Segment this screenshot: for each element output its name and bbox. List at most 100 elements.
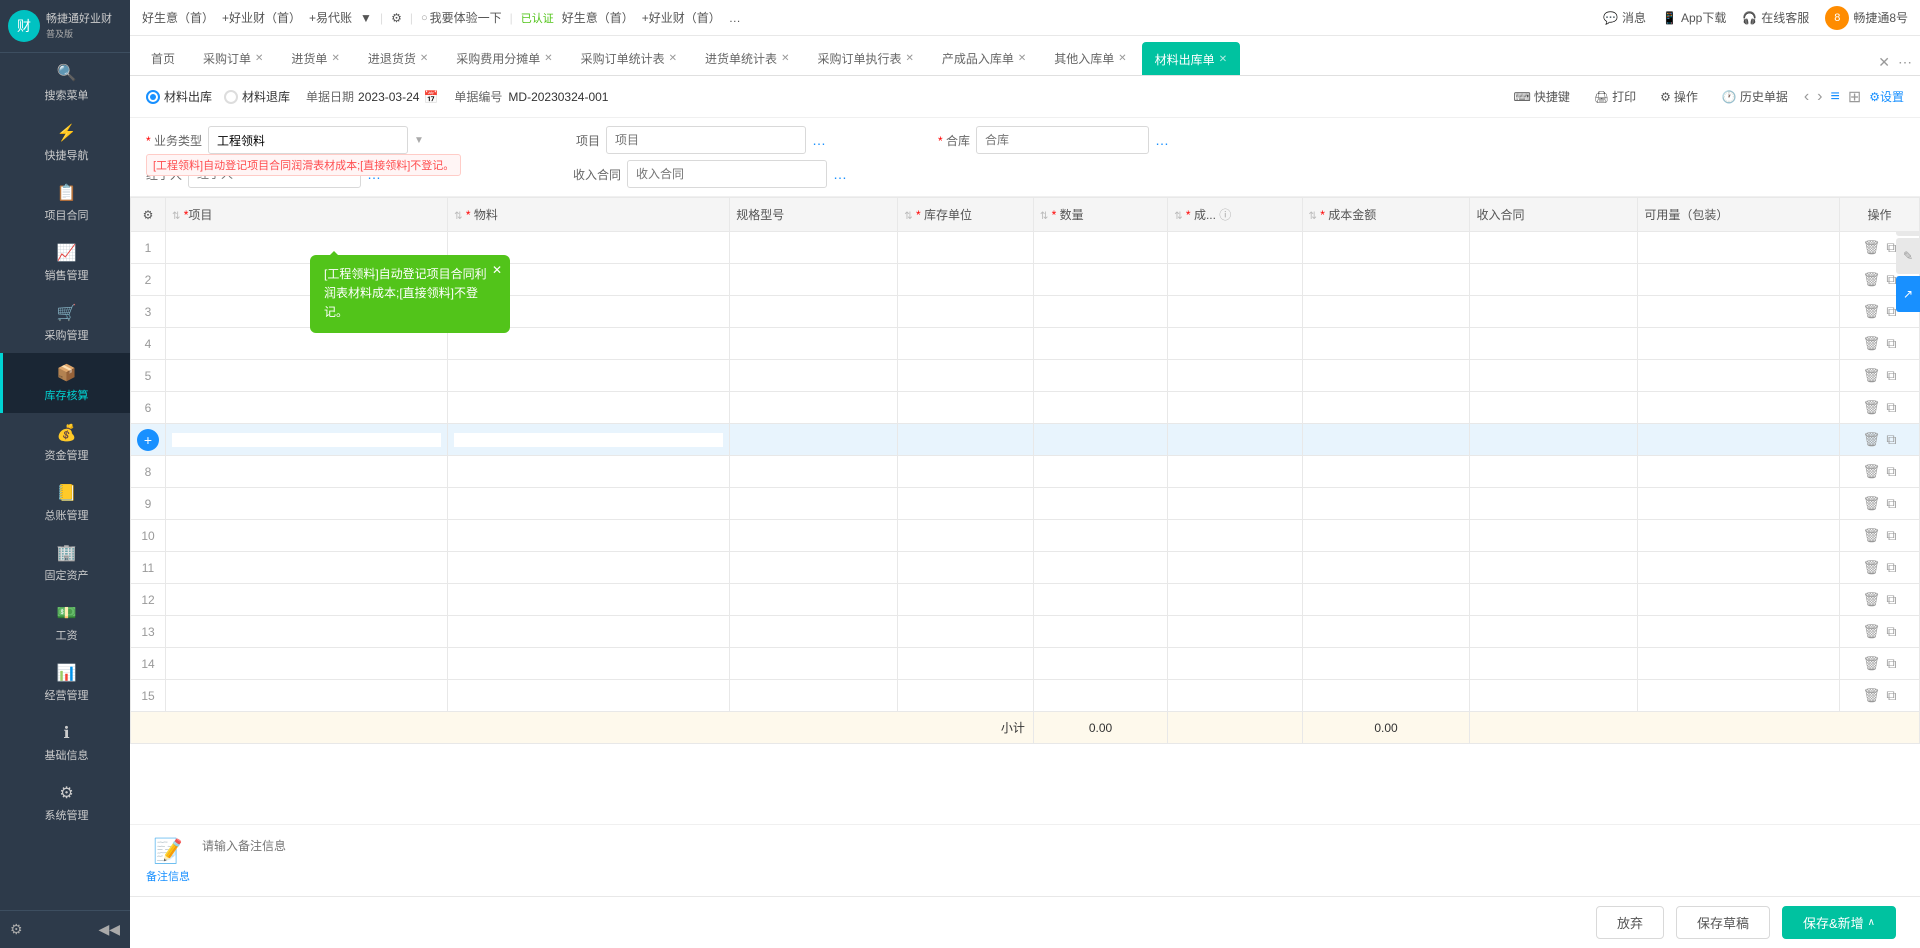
history-btn[interactable]: 🕐 历史单据 — [1714, 84, 1796, 109]
business-type-input[interactable] — [208, 126, 408, 154]
row-cost-amount[interactable] — [1302, 232, 1470, 264]
copy-icon[interactable]: ⧉ — [1886, 591, 1896, 608]
income-contract-input[interactable] — [627, 160, 827, 188]
sort-material[interactable]: ⇅ — [454, 211, 462, 222]
col-settings[interactable]: ⚙ — [131, 198, 166, 232]
tab-receipt-stat[interactable]: 进货单统计表 ✕ — [692, 41, 802, 75]
more-tabs-icon[interactable]: ⋯ — [1898, 54, 1912, 71]
delete-icon[interactable]: 🗑 — [1863, 495, 1881, 512]
experience-btn[interactable]: ○ 我要体验一下 — [421, 9, 502, 26]
app-download-btn[interactable]: 📱 App下载 — [1662, 9, 1726, 26]
row-contract[interactable] — [1470, 232, 1638, 264]
copy-icon[interactable]: ⧉ — [1886, 271, 1896, 288]
tab-home[interactable]: 首页 — [138, 41, 188, 75]
sidebar-item-nav[interactable]: ⚡ 快捷导航 — [0, 113, 130, 173]
tab-close-return[interactable]: ✕ — [420, 53, 428, 64]
doc-no-value[interactable]: MD-20230324-001 — [508, 90, 608, 104]
row-available[interactable] — [1638, 232, 1840, 264]
collapse-icon[interactable]: ◀◀ — [98, 921, 120, 938]
copy-icon[interactable]: ⧉ — [1886, 559, 1896, 576]
calendar-icon[interactable]: 📅 — [423, 90, 438, 104]
delete-icon[interactable]: 🗑 — [1863, 527, 1881, 544]
tab-close-expense[interactable]: ✕ — [544, 53, 552, 64]
warehouse-dots[interactable]: … — [1155, 132, 1169, 148]
tab-close-material-out[interactable]: ✕ — [1219, 54, 1227, 65]
delete-icon[interactable]: 🗑 — [1863, 303, 1881, 320]
delete-icon[interactable]: 🗑 — [1863, 655, 1881, 672]
copy-icon[interactable]: ⧉ — [1886, 239, 1896, 256]
tab-purchase-order[interactable]: 采购订单 ✕ — [190, 41, 276, 75]
row-unit[interactable] — [898, 232, 1034, 264]
shortcut-btn[interactable]: ⌨ 快捷键 — [1505, 84, 1577, 109]
tooltip-close[interactable]: ✕ — [492, 261, 502, 280]
sort-project[interactable]: ⇅ — [172, 211, 180, 222]
row-qty[interactable] — [1033, 232, 1167, 264]
delete-icon[interactable]: 🗑 — [1863, 431, 1881, 448]
header-nav-yecai[interactable]: +好业财（首） — [222, 9, 301, 26]
copy-icon[interactable]: ⧉ — [1886, 399, 1896, 416]
delete-icon[interactable]: 🗑 — [1863, 591, 1881, 608]
header-nav-shengyi2[interactable]: 好生意（首） — [562, 9, 634, 26]
sort-qty[interactable]: ⇅ — [1040, 211, 1048, 222]
tab-order-stat[interactable]: 采购订单统计表 ✕ — [568, 41, 690, 75]
delete-icon[interactable]: 🗑 — [1863, 559, 1881, 576]
print-btn[interactable]: 🖨 打印 — [1586, 84, 1644, 109]
tab-close-purchase-order[interactable]: ✕ — [255, 53, 263, 64]
tab-close-other-receipt[interactable]: ✕ — [1118, 53, 1126, 64]
header-nav-yecai2[interactable]: +好业财（首） — [642, 9, 721, 26]
form-settings-btn[interactable]: ⚙设置 — [1869, 88, 1904, 105]
row-cost[interactable] — [1168, 232, 1302, 264]
tab-expense[interactable]: 采购费用分摊单 ✕ — [443, 41, 565, 75]
save-new-btn[interactable]: 保存&新增 ∧ — [1782, 906, 1896, 939]
copy-icon[interactable]: ⧉ — [1886, 367, 1896, 384]
sidebar-item-basic[interactable]: ℹ 基础信息 — [0, 713, 130, 773]
project-dots[interactable]: … — [812, 132, 826, 148]
copy-icon[interactable]: ⧉ — [1886, 527, 1896, 544]
delete-icon[interactable]: 🗑 — [1863, 463, 1881, 480]
business-type-arrow[interactable]: ▼ — [414, 135, 424, 146]
copy-icon[interactable]: ⧉ — [1886, 623, 1896, 640]
settings-link[interactable]: ⚙ — [391, 11, 402, 25]
delete-icon[interactable]: 🗑 — [1863, 335, 1881, 352]
sidebar-item-assets[interactable]: 🏢 固定资产 — [0, 533, 130, 593]
copy-icon[interactable]: ⧉ — [1886, 655, 1896, 672]
nav-next-btn[interactable]: › — [1817, 88, 1822, 106]
copy-icon[interactable]: ⧉ — [1886, 303, 1896, 320]
cost-info-icon[interactable]: ⓘ — [1219, 208, 1231, 222]
discard-btn[interactable]: 放弃 — [1596, 906, 1664, 939]
delete-icon[interactable]: 🗑 — [1863, 239, 1881, 256]
copy-icon[interactable]: ⧉ — [1886, 463, 1896, 480]
user-avatar[interactable]: 8 畅捷通8号 — [1825, 6, 1908, 30]
tab-receipt[interactable]: 进货单 ✕ — [278, 41, 352, 75]
sidebar-item-contract[interactable]: 📋 项目合同 — [0, 173, 130, 233]
add-row-btn[interactable]: + — [137, 429, 159, 451]
sidebar-item-inventory[interactable]: 📦 库存核算 — [0, 353, 130, 413]
sidebar-item-management[interactable]: 📊 经营管理 — [0, 653, 130, 713]
operation-btn[interactable]: ⚙ 操作 — [1652, 84, 1706, 109]
nav-prev-btn[interactable]: ‹ — [1804, 88, 1809, 106]
delete-icon[interactable]: 🗑 — [1863, 367, 1881, 384]
delete-icon[interactable]: 🗑 — [1863, 271, 1881, 288]
view-list-btn[interactable]: ≡ — [1830, 88, 1839, 106]
copy-icon[interactable]: ⧉ — [1886, 495, 1896, 512]
copy-icon[interactable]: ⧉ — [1886, 335, 1896, 352]
tab-close-order-exec[interactable]: ✕ — [905, 53, 913, 64]
view-grid-btn[interactable]: ⊞ — [1848, 87, 1861, 107]
delete-icon[interactable]: 🗑 — [1863, 687, 1881, 704]
tab-close-finished-goods[interactable]: ✕ — [1018, 53, 1026, 64]
tab-return[interactable]: 进退货货 ✕ — [355, 41, 441, 75]
row-spec[interactable] — [730, 232, 898, 264]
certified-tag[interactable]: 已认证 — [521, 10, 554, 26]
tab-finished-goods[interactable]: 产成品入库单 ✕ — [929, 41, 1039, 75]
message-btn[interactable]: 💬 消息 — [1603, 9, 1646, 26]
delete-icon[interactable]: 🗑 — [1863, 623, 1881, 640]
sidebar-item-search[interactable]: 🔍 搜索菜单 — [0, 53, 130, 113]
settings-bottom-icon[interactable]: ⚙ — [10, 921, 23, 938]
sidebar-item-finance[interactable]: 💰 资金管理 — [0, 413, 130, 473]
income-contract-dots[interactable]: … — [833, 166, 847, 182]
sidebar-item-sales[interactable]: 📈 销售管理 — [0, 233, 130, 293]
copy-icon[interactable]: ⧉ — [1886, 431, 1896, 448]
save-draft-btn[interactable]: 保存草稿 — [1676, 906, 1770, 939]
sidebar-item-salary[interactable]: 💵 工资 — [0, 593, 130, 653]
online-service-btn[interactable]: 🎧 在线客服 — [1742, 9, 1809, 26]
